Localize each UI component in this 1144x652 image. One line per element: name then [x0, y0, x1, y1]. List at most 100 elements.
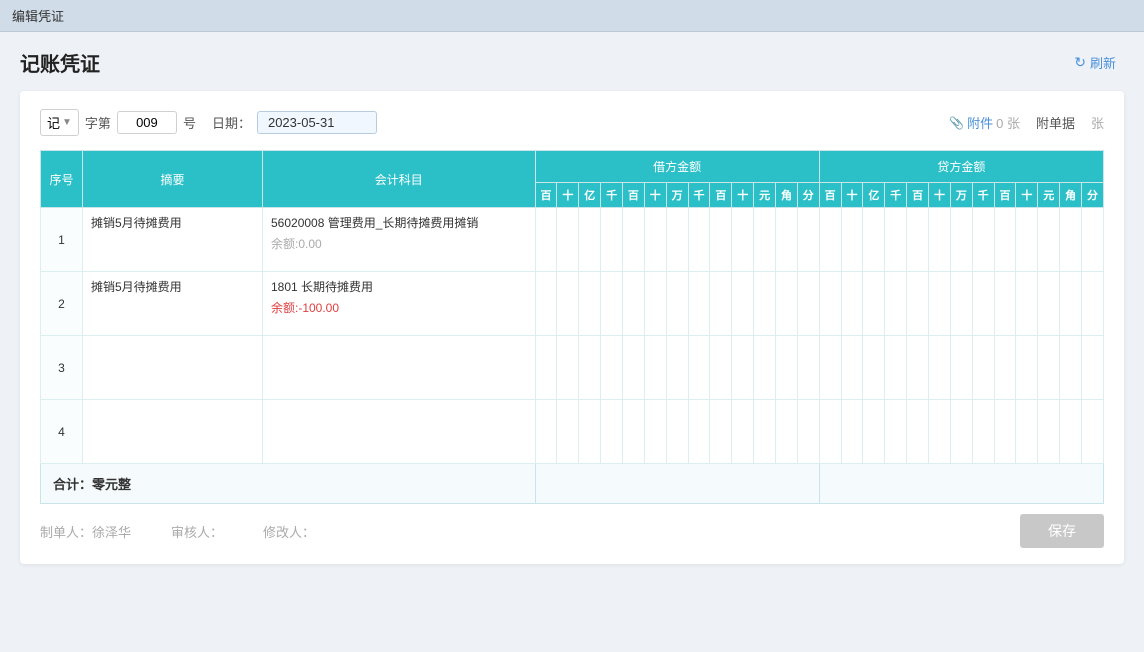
debit-digit-r1-c9[interactable]	[710, 208, 732, 272]
voucher-number-input[interactable]	[117, 111, 177, 134]
credit-digit-r2-c13[interactable]	[1082, 272, 1104, 336]
debit-digit-r2-c9[interactable]	[710, 272, 732, 336]
credit-digit-r1-c5[interactable]	[907, 208, 929, 272]
debit-digit-r2-c3[interactable]	[579, 272, 601, 336]
credit-digit-r3-c12[interactable]	[1060, 336, 1082, 400]
credit-digit-r1-c12[interactable]	[1060, 208, 1082, 272]
table-row[interactable]: 2摊销5月待摊费用1801 长期待摊费用余额:-100.00	[41, 272, 1104, 336]
credit-digit-r2-c5[interactable]	[907, 272, 929, 336]
save-button[interactable]: 保存	[1020, 514, 1104, 548]
debit-digit-r4-c12[interactable]	[776, 400, 798, 464]
credit-digit-r1-c10[interactable]	[1016, 208, 1038, 272]
credit-digit-r2-c9[interactable]	[994, 272, 1016, 336]
debit-digit-r3-c10[interactable]	[732, 336, 754, 400]
debit-digit-r1-c13[interactable]	[797, 208, 819, 272]
credit-digit-r1-c1[interactable]	[819, 208, 841, 272]
credit-digit-r2-c3[interactable]	[863, 272, 885, 336]
debit-digit-r4-c11[interactable]	[754, 400, 776, 464]
credit-digit-r4-c9[interactable]	[994, 400, 1016, 464]
debit-digit-r4-c4[interactable]	[601, 400, 623, 464]
debit-digit-r1-c4[interactable]	[601, 208, 623, 272]
attach-link[interactable]: 📎 附件 0 张	[949, 113, 1020, 132]
credit-digit-r1-c6[interactable]	[929, 208, 951, 272]
credit-digit-r4-c7[interactable]	[950, 400, 972, 464]
credit-digit-r2-c12[interactable]	[1060, 272, 1082, 336]
debit-digit-r3-c6[interactable]	[644, 336, 666, 400]
credit-digit-r4-c10[interactable]	[1016, 400, 1038, 464]
credit-digit-r2-c1[interactable]	[819, 272, 841, 336]
debit-digit-r3-c4[interactable]	[601, 336, 623, 400]
debit-digit-r4-c10[interactable]	[732, 400, 754, 464]
debit-digit-r4-c7[interactable]	[666, 400, 688, 464]
debit-digit-r3-c12[interactable]	[776, 336, 798, 400]
debit-digit-r1-c10[interactable]	[732, 208, 754, 272]
debit-digit-r2-c1[interactable]	[535, 272, 557, 336]
debit-digit-r3-c8[interactable]	[688, 336, 710, 400]
row-summary-3[interactable]	[83, 336, 263, 400]
credit-digit-r4-c13[interactable]	[1082, 400, 1104, 464]
credit-digit-r3-c5[interactable]	[907, 336, 929, 400]
credit-digit-r4-c12[interactable]	[1060, 400, 1082, 464]
debit-digit-r3-c2[interactable]	[557, 336, 579, 400]
credit-digit-r3-c10[interactable]	[1016, 336, 1038, 400]
debit-digit-r4-c9[interactable]	[710, 400, 732, 464]
debit-digit-r2-c4[interactable]	[601, 272, 623, 336]
debit-digit-r4-c1[interactable]	[535, 400, 557, 464]
voucher-type-select[interactable]: 记 ▼	[40, 109, 79, 136]
debit-digit-r1-c8[interactable]	[688, 208, 710, 272]
credit-digit-r3-c9[interactable]	[994, 336, 1016, 400]
table-row[interactable]: 3	[41, 336, 1104, 400]
credit-digit-r4-c11[interactable]	[1038, 400, 1060, 464]
credit-digit-r3-c1[interactable]	[819, 336, 841, 400]
credit-digit-r3-c6[interactable]	[929, 336, 951, 400]
debit-digit-r2-c11[interactable]	[754, 272, 776, 336]
debit-digit-r1-c5[interactable]	[623, 208, 645, 272]
debit-digit-r2-c2[interactable]	[557, 272, 579, 336]
credit-digit-r4-c2[interactable]	[841, 400, 863, 464]
credit-digit-r2-c10[interactable]	[1016, 272, 1038, 336]
table-row[interactable]: 4	[41, 400, 1104, 464]
debit-digit-r2-c8[interactable]	[688, 272, 710, 336]
debit-digit-r4-c6[interactable]	[644, 400, 666, 464]
credit-digit-r2-c11[interactable]	[1038, 272, 1060, 336]
debit-digit-r1-c12[interactable]	[776, 208, 798, 272]
credit-digit-r2-c6[interactable]	[929, 272, 951, 336]
row-summary-1[interactable]: 摊销5月待摊费用	[83, 208, 263, 272]
credit-digit-r4-c1[interactable]	[819, 400, 841, 464]
debit-digit-r2-c6[interactable]	[644, 272, 666, 336]
debit-digit-r1-c3[interactable]	[579, 208, 601, 272]
debit-digit-r3-c13[interactable]	[797, 336, 819, 400]
debit-digit-r1-c7[interactable]	[666, 208, 688, 272]
credit-digit-r1-c3[interactable]	[863, 208, 885, 272]
debit-digit-r2-c5[interactable]	[623, 272, 645, 336]
debit-digit-r3-c7[interactable]	[666, 336, 688, 400]
debit-digit-r3-c3[interactable]	[579, 336, 601, 400]
row-account-1[interactable]: 56020008 管理费用_长期待摊费用摊销余额:0.00	[263, 208, 536, 272]
credit-digit-r1-c13[interactable]	[1082, 208, 1104, 272]
debit-digit-r2-c13[interactable]	[797, 272, 819, 336]
credit-digit-r3-c3[interactable]	[863, 336, 885, 400]
debit-digit-r4-c13[interactable]	[797, 400, 819, 464]
debit-digit-r2-c10[interactable]	[732, 272, 754, 336]
credit-digit-r3-c7[interactable]	[950, 336, 972, 400]
debit-digit-r1-c2[interactable]	[557, 208, 579, 272]
debit-digit-r3-c11[interactable]	[754, 336, 776, 400]
debit-digit-r1-c11[interactable]	[754, 208, 776, 272]
table-row[interactable]: 1摊销5月待摊费用56020008 管理费用_长期待摊费用摊销余额:0.00	[41, 208, 1104, 272]
refresh-button[interactable]: ↻ 刷新	[1066, 49, 1124, 76]
credit-digit-r2-c7[interactable]	[950, 272, 972, 336]
row-summary-4[interactable]	[83, 400, 263, 464]
debit-digit-r2-c7[interactable]	[666, 272, 688, 336]
debit-digit-r1-c6[interactable]	[644, 208, 666, 272]
row-account-3[interactable]	[263, 336, 536, 400]
credit-digit-r4-c5[interactable]	[907, 400, 929, 464]
credit-digit-r4-c8[interactable]	[972, 400, 994, 464]
credit-digit-r1-c8[interactable]	[972, 208, 994, 272]
debit-digit-r3-c9[interactable]	[710, 336, 732, 400]
credit-digit-r1-c9[interactable]	[994, 208, 1016, 272]
credit-digit-r1-c4[interactable]	[885, 208, 907, 272]
row-account-2[interactable]: 1801 长期待摊费用余额:-100.00	[263, 272, 536, 336]
credit-digit-r2-c8[interactable]	[972, 272, 994, 336]
debit-digit-r4-c8[interactable]	[688, 400, 710, 464]
debit-digit-r1-c1[interactable]	[535, 208, 557, 272]
